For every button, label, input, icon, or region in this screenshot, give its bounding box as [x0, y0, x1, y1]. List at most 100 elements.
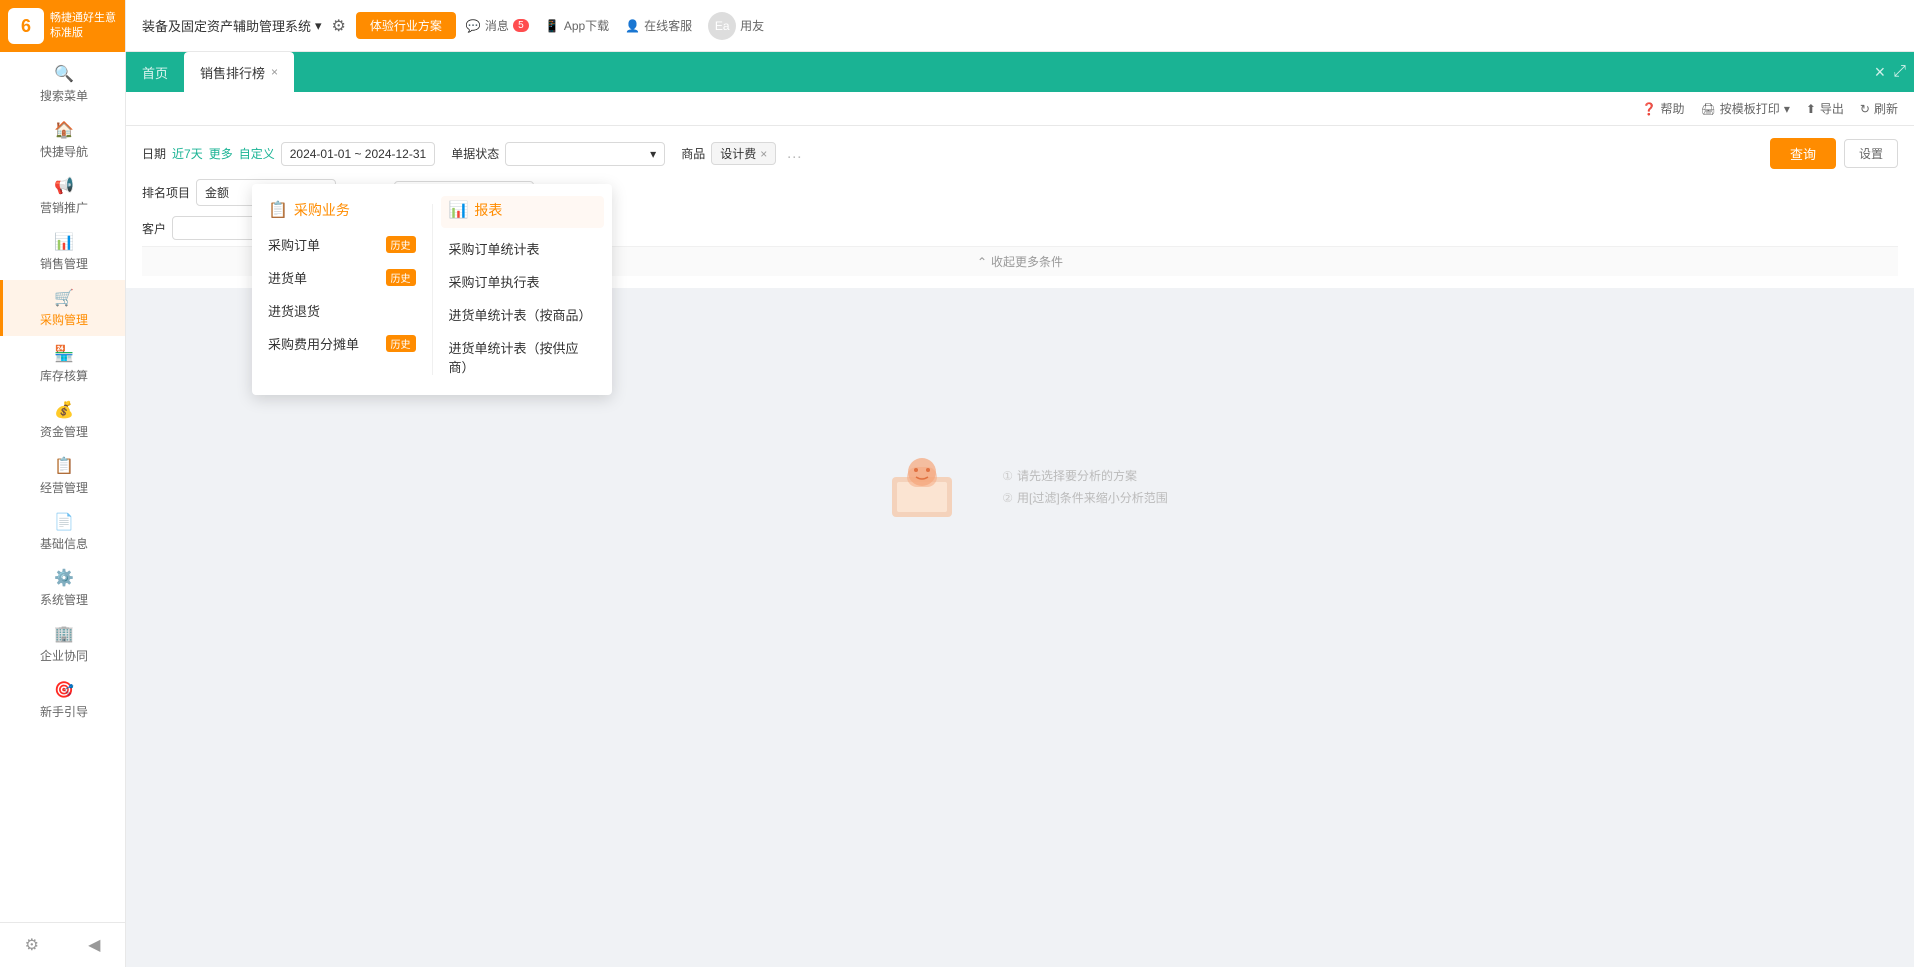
sidebar-item-label: 经营管理 — [40, 479, 88, 496]
filter-actions: 查询 设置 — [1770, 138, 1898, 169]
empty-tip-1: 请先选择要分析的方案 — [1002, 466, 1167, 488]
message-badge: 5 — [513, 19, 529, 32]
sidebar-item-sales[interactable]: 📊 销售管理 — [0, 224, 125, 280]
search-icon: 🔍 — [54, 64, 74, 84]
preset-custom[interactable]: 自定义 — [239, 145, 275, 162]
avatar: Ea — [708, 12, 736, 40]
industry-button[interactable]: 体验行业方案 — [356, 12, 456, 39]
sidebar-item-label: 资金管理 — [40, 423, 88, 440]
print-icon: 🖨 — [1701, 102, 1716, 116]
sidebar-item-enterprise[interactable]: 🏢 企业协同 — [0, 616, 125, 672]
user-label: 用友 — [740, 17, 764, 34]
topbar: 装备及固定资产辅助管理系统 ▾ ⚙ 体验行业方案 💬 消息 5 📱 App下载 … — [126, 0, 1914, 52]
topbar-settings-icon[interactable]: ⚙ — [332, 16, 346, 36]
history-badge-1: 历史 — [386, 269, 416, 286]
finance-icon: 💰 — [54, 400, 74, 420]
sidebar-item-finance[interactable]: 💰 资金管理 — [0, 392, 125, 448]
guide-icon: 🎯 — [54, 680, 74, 700]
goods-label: 商品 — [681, 145, 705, 162]
voucher-status-select[interactable]: ▾ — [505, 142, 665, 166]
home-icon: 🏠 — [54, 120, 74, 140]
export-icon: ⬆ — [1806, 102, 1816, 116]
sidebar-item-marketing[interactable]: 📢 营销推广 — [0, 168, 125, 224]
date-label: 日期 — [142, 145, 166, 162]
sidebar: 6 畅捷通好生意 标准版 🔍 搜索菜单 🏠 快捷导航 📢 营销推广 📊 销售管理… — [0, 0, 126, 967]
menu-item-receipt-stats-supplier[interactable]: 进货单统计表（按供应商） — [441, 331, 605, 383]
tab-close-icon[interactable]: × — [271, 65, 278, 79]
sidebar-item-system[interactable]: ⚙️ 系统管理 — [0, 560, 125, 616]
filter-settings-button[interactable]: 设置 — [1844, 139, 1898, 168]
menu-item-goods-return[interactable]: 进货退货 — [260, 294, 424, 327]
content-area: ❓ 帮助 🖨 按模板打印 ▾ ⬆ 导出 ↻ 刷新 日期 — [126, 92, 1914, 967]
menu-col-business: 📋 采购业务 采购订单 历史 进货单 历史 进货退货 — [252, 196, 432, 383]
sidebar-item-label: 企业协同 — [40, 647, 88, 664]
preset-more[interactable]: 更多 — [209, 145, 233, 162]
menu-item-purchase-expense[interactable]: 采购费用分摊单 历史 — [260, 327, 424, 360]
sidebar-item-purchase[interactable]: 🛒 采购管理 — [0, 280, 125, 336]
main-area: 装备及固定资产辅助管理系统 ▾ ⚙ 体验行业方案 💬 消息 5 📱 App下载 … — [126, 0, 1914, 967]
sidebar-item-operation[interactable]: 📋 经营管理 — [0, 448, 125, 504]
expand-tab-icon[interactable]: ⤢ — [1893, 63, 1906, 81]
sidebar-item-label: 采购管理 — [40, 311, 88, 328]
sidebar-item-guide[interactable]: 🎯 新手引导 — [0, 672, 125, 728]
menu-item-goods-receipt[interactable]: 进货单 历史 — [260, 261, 424, 294]
print-button[interactable]: 🖨 按模板打印 ▾ — [1701, 100, 1790, 117]
empty-illustration — [872, 447, 972, 530]
filter-group-goods: 商品 设计费 × … — [681, 142, 806, 165]
sidebar-item-label: 库存核算 — [40, 367, 88, 384]
refresh-button[interactable]: ↻ 刷新 — [1860, 100, 1898, 117]
date-range-input[interactable]: 2024-01-01 ~ 2024-12-31 — [281, 142, 435, 166]
close-tab-icon[interactable]: × — [1875, 62, 1886, 83]
refresh-icon: ↻ — [1860, 102, 1870, 116]
sidebar-item-label: 搜索菜单 — [40, 87, 88, 104]
business-header-icon: 📋 — [268, 200, 288, 220]
sidebar-item-search[interactable]: 🔍 搜索菜单 — [0, 56, 125, 112]
sidebar-item-inventory[interactable]: 🏪 库存核算 — [0, 336, 125, 392]
message-item[interactable]: 💬 消息 5 — [466, 17, 529, 34]
marketing-icon: 📢 — [54, 176, 74, 196]
query-button[interactable]: 查询 — [1770, 138, 1836, 169]
tab-sales-rank-label: 销售排行榜 — [200, 63, 265, 82]
filter-group-date: 日期 近7天 更多 自定义 2024-01-01 ~ 2024-12-31 — [142, 142, 435, 166]
sidebar-collapse-button[interactable]: ◀ — [88, 935, 100, 955]
tab-home[interactable]: 首页 — [126, 52, 184, 92]
goods-more-button[interactable]: … — [782, 145, 806, 163]
date-presets: 近7天 更多 自定义 — [172, 145, 275, 162]
help-button[interactable]: ❓ 帮助 — [1642, 100, 1685, 117]
sidebar-item-label: 营销推广 — [40, 199, 88, 216]
preset-7days[interactable]: 近7天 — [172, 145, 203, 162]
system-title: 装备及固定资产辅助管理系统 — [142, 16, 311, 35]
basic-info-icon: 📄 — [54, 512, 74, 532]
menu-item-order-exec[interactable]: 采购订单执行表 — [441, 265, 605, 298]
menu-item-order-stats[interactable]: 采购订单统计表 — [441, 232, 605, 265]
goods-tag-close-icon[interactable]: × — [760, 147, 767, 161]
app-download-item[interactable]: 📱 App下载 — [545, 17, 609, 34]
topbar-right: 💬 消息 5 📱 App下载 👤 在线客服 Ea 用友 — [466, 12, 764, 40]
online-service-item[interactable]: 👤 在线客服 — [625, 17, 692, 34]
sidebar-settings-button[interactable]: ⚙ — [25, 935, 39, 955]
sidebar-item-basic-info[interactable]: 📄 基础信息 — [0, 504, 125, 560]
system-icon: ⚙️ — [54, 568, 74, 588]
system-title-dropdown[interactable]: 装备及固定资产辅助管理系统 ▾ — [142, 16, 322, 35]
history-badge-3: 历史 — [386, 335, 416, 352]
report-title: 报表 — [474, 200, 502, 220]
customer-label: 客户 — [142, 220, 166, 237]
purchase-icon: 🛒 — [54, 288, 74, 308]
menu-item-purchase-order[interactable]: 采购订单 历史 — [260, 228, 424, 261]
export-button[interactable]: ⬆ 导出 — [1806, 100, 1844, 117]
sidebar-logo: 6 畅捷通好生意 标准版 — [0, 0, 125, 52]
print-dropdown-icon: ▾ — [1784, 102, 1790, 116]
menu-business-header: 📋 采购业务 — [260, 196, 424, 228]
user-item[interactable]: Ea 用友 — [708, 12, 764, 40]
report-header-icon: 📊 — [449, 200, 469, 220]
menu-report-header: 📊 报表 — [441, 196, 605, 228]
sidebar-item-quick-nav[interactable]: 🏠 快捷导航 — [0, 112, 125, 168]
history-badge-0: 历史 — [386, 236, 416, 253]
tab-sales-rank[interactable]: 销售排行榜 × — [184, 52, 294, 92]
filter-group-voucher-status: 单据状态 ▾ — [451, 142, 665, 166]
operation-icon: 📋 — [54, 456, 74, 476]
app-download-label: App下载 — [564, 17, 609, 34]
collapse-up-icon: ⌃ — [977, 255, 987, 269]
menu-item-receipt-stats-goods[interactable]: 进货单统计表（按商品） — [441, 298, 605, 331]
purchase-menu-popup: 📋 采购业务 采购订单 历史 进货单 历史 进货退货 — [252, 184, 612, 395]
